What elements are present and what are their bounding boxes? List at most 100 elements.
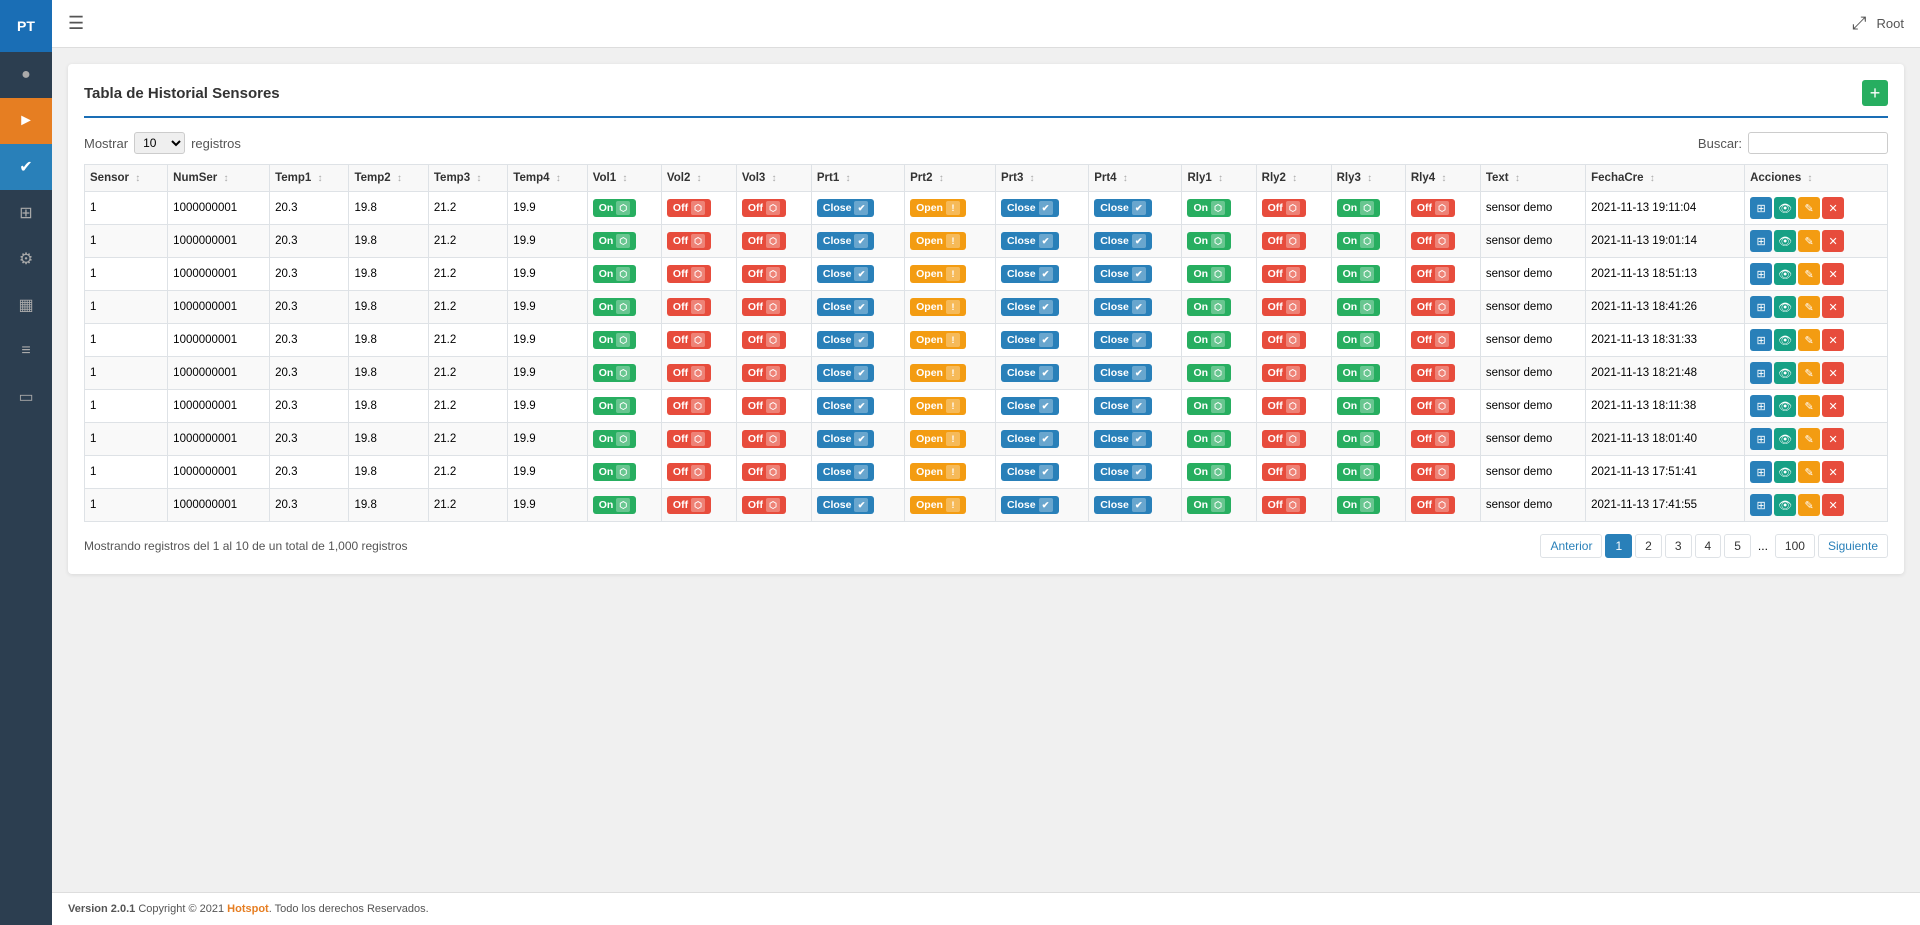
view-button[interactable]: 👁	[1774, 461, 1796, 483]
table-row: 1100000000120.319.821.219.9On ⬡Off ⬡Off …	[85, 423, 1888, 456]
edit-button[interactable]: ✎	[1798, 230, 1820, 252]
delete-button[interactable]: ✕	[1822, 197, 1844, 219]
details-button[interactable]: ⊞	[1750, 395, 1772, 417]
details-button[interactable]: ⊞	[1750, 428, 1772, 450]
search-input[interactable]	[1748, 132, 1888, 154]
th-rly1[interactable]: Rly1 ↕	[1182, 165, 1256, 192]
cell-prt3: Close ✔	[995, 192, 1088, 225]
edit-button[interactable]: ✎	[1798, 362, 1820, 384]
th-temp3[interactable]: Temp3 ↕	[428, 165, 507, 192]
next-page-button[interactable]: Siguiente	[1818, 534, 1888, 558]
details-button[interactable]: ⊞	[1750, 494, 1772, 516]
details-button[interactable]: ⊞	[1750, 296, 1772, 318]
th-text[interactable]: Text ↕	[1480, 165, 1585, 192]
th-sensor[interactable]: Sensor ↕	[85, 165, 168, 192]
view-button[interactable]: 👁	[1774, 296, 1796, 318]
delete-button[interactable]: ✕	[1822, 461, 1844, 483]
th-temp2[interactable]: Temp2 ↕	[349, 165, 428, 192]
th-vol3[interactable]: Vol3 ↕	[736, 165, 811, 192]
off-badge: Off ⬡	[742, 232, 786, 250]
details-button[interactable]: ⊞	[1750, 230, 1772, 252]
sidebar-item-settings[interactable]: ⚙	[0, 236, 52, 282]
th-temp1[interactable]: Temp1 ↕	[270, 165, 349, 192]
th-acciones[interactable]: Acciones ↕	[1745, 165, 1888, 192]
view-button[interactable]: 👁	[1774, 494, 1796, 516]
page-100-button[interactable]: 100	[1775, 534, 1815, 558]
view-button[interactable]: 👁	[1774, 428, 1796, 450]
view-button[interactable]: 👁	[1774, 230, 1796, 252]
th-vol2[interactable]: Vol2 ↕	[661, 165, 736, 192]
action-buttons: ⊞👁✎✕	[1750, 329, 1882, 351]
show-select[interactable]: 10 25 50 100	[134, 132, 185, 154]
off-badge: Off ⬡	[1262, 364, 1306, 382]
th-vol1[interactable]: Vol1 ↕	[587, 165, 661, 192]
sidebar-item-grid[interactable]: ⊞	[0, 190, 52, 236]
details-button[interactable]: ⊞	[1750, 461, 1772, 483]
footer-brand-link[interactable]: Hotspot	[227, 903, 269, 915]
page-2-button[interactable]: 2	[1635, 534, 1662, 558]
th-rly3[interactable]: Rly3 ↕	[1331, 165, 1405, 192]
delete-button[interactable]: ✕	[1822, 428, 1844, 450]
hamburger-button[interactable]: ☰	[68, 13, 84, 34]
on-badge: On ⬡	[1337, 331, 1381, 349]
delete-button[interactable]: ✕	[1822, 230, 1844, 252]
sidebar-item-file[interactable]: ▭	[0, 374, 52, 420]
sidebar-item-chart[interactable]: ▦	[0, 282, 52, 328]
details-button[interactable]: ⊞	[1750, 263, 1772, 285]
sidebar-item-bolt[interactable]: ►	[0, 98, 52, 144]
th-rly2[interactable]: Rly2 ↕	[1256, 165, 1331, 192]
edit-button[interactable]: ✎	[1798, 395, 1820, 417]
delete-button[interactable]: ✕	[1822, 263, 1844, 285]
details-button[interactable]: ⊞	[1750, 197, 1772, 219]
th-prt2[interactable]: Prt2 ↕	[905, 165, 996, 192]
sidebar-item-active[interactable]: ✔	[0, 144, 52, 190]
delete-button[interactable]: ✕	[1822, 362, 1844, 384]
view-button[interactable]: 👁	[1774, 197, 1796, 219]
edit-button[interactable]: ✎	[1798, 329, 1820, 351]
open-badge: Open !	[910, 199, 966, 217]
view-button[interactable]: 👁	[1774, 362, 1796, 384]
off-badge: Off ⬡	[667, 397, 711, 415]
expand-button[interactable]: ⤢	[1852, 13, 1866, 34]
page-3-button[interactable]: 3	[1665, 534, 1692, 558]
prev-page-button[interactable]: Anterior	[1540, 534, 1602, 558]
view-button[interactable]: 👁	[1774, 395, 1796, 417]
view-button[interactable]: 👁	[1774, 263, 1796, 285]
delete-button[interactable]: ✕	[1822, 296, 1844, 318]
page-4-button[interactable]: 4	[1695, 534, 1722, 558]
card-title: Tabla de Historial Sensores	[84, 85, 280, 102]
page-1-button[interactable]: 1	[1605, 534, 1632, 558]
th-prt3[interactable]: Prt3 ↕	[995, 165, 1088, 192]
delete-button[interactable]: ✕	[1822, 395, 1844, 417]
cell-temp3: 21.2	[428, 192, 507, 225]
cell-text: sensor demo	[1480, 324, 1585, 357]
details-button[interactable]: ⊞	[1750, 329, 1772, 351]
off-badge: Off ⬡	[742, 430, 786, 448]
delete-button[interactable]: ✕	[1822, 494, 1844, 516]
th-numser[interactable]: NumSer ↕	[168, 165, 270, 192]
th-prt1[interactable]: Prt1 ↕	[811, 165, 904, 192]
edit-button[interactable]: ✎	[1798, 428, 1820, 450]
cell-rly4: Off ⬡	[1405, 390, 1480, 423]
sidebar-item-list[interactable]: ≡	[0, 328, 52, 374]
edit-button[interactable]: ✎	[1798, 461, 1820, 483]
th-fechacre[interactable]: FechaCre ↕	[1586, 165, 1745, 192]
edit-button[interactable]: ✎	[1798, 494, 1820, 516]
sidebar-item-user[interactable]: ●	[0, 52, 52, 98]
grid-icon: ⊞	[19, 203, 32, 223]
view-button[interactable]: 👁	[1774, 329, 1796, 351]
page-5-button[interactable]: 5	[1724, 534, 1751, 558]
on-badge: On ⬡	[1187, 331, 1231, 349]
details-button[interactable]: ⊞	[1750, 362, 1772, 384]
th-prt4[interactable]: Prt4 ↕	[1089, 165, 1182, 192]
th-rly4[interactable]: Rly4 ↕	[1405, 165, 1480, 192]
add-record-button[interactable]: +	[1862, 80, 1888, 106]
cell-prt4: Close ✔	[1089, 192, 1182, 225]
delete-button[interactable]: ✕	[1822, 329, 1844, 351]
cell-text: sensor demo	[1480, 423, 1585, 456]
edit-button[interactable]: ✎	[1798, 197, 1820, 219]
edit-button[interactable]: ✎	[1798, 296, 1820, 318]
th-temp4[interactable]: Temp4 ↕	[508, 165, 587, 192]
cell-fechacre: 2021-11-13 17:41:55	[1586, 489, 1745, 522]
edit-button[interactable]: ✎	[1798, 263, 1820, 285]
